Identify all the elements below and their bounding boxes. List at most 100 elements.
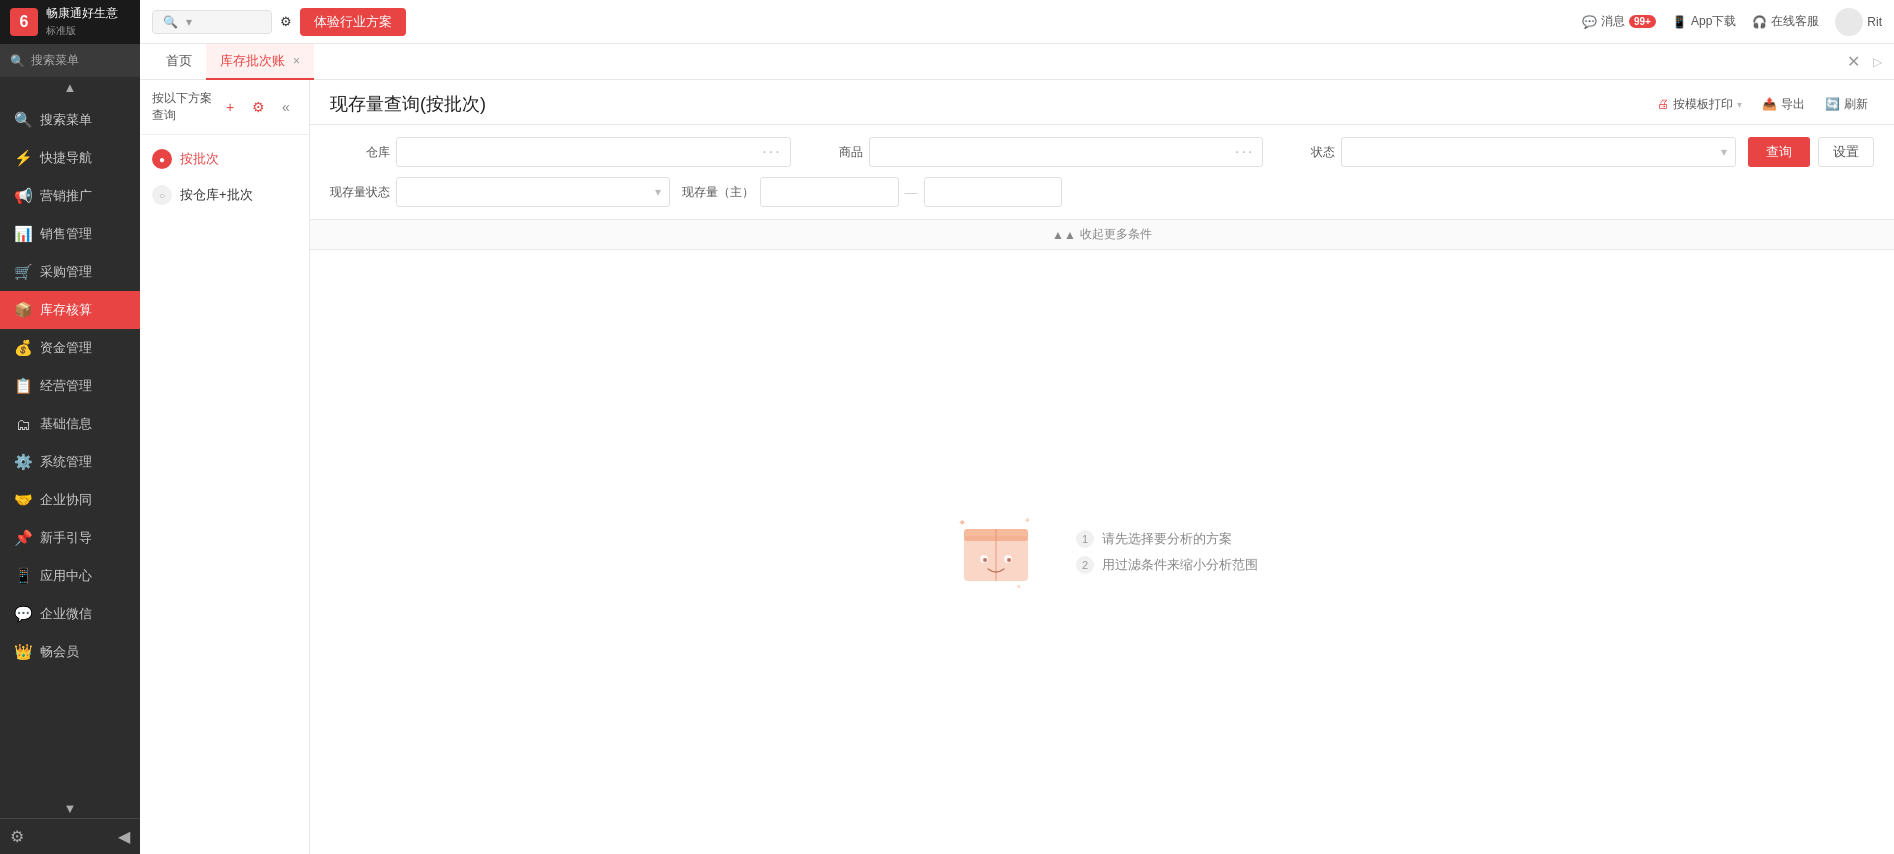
plus-icon: + [226, 99, 234, 115]
export-button[interactable]: 📤 导出 [1756, 93, 1811, 116]
refresh-label: 刷新 [1844, 96, 1868, 113]
industry-solution-button[interactable]: 体验行业方案 [300, 8, 406, 36]
nav-icon-purchase: 🛒 [14, 263, 32, 281]
filter-collapse-button[interactable]: « [275, 96, 297, 118]
status-field: 状态 ▾ [1275, 137, 1736, 167]
tip-num-2: 2 [1076, 556, 1094, 574]
refresh-button[interactable]: 🔄 刷新 [1819, 93, 1874, 116]
sidebar-item-enterprise[interactable]: 🤝 企业协同 [0, 481, 140, 519]
inventory-qty-from[interactable] [760, 177, 899, 207]
status-select[interactable]: ▾ [1341, 137, 1736, 167]
filter-item-by-warehouse-batch[interactable]: ○ 按仓库+批次 [140, 177, 309, 213]
sidebar-header: 6 畅康通好生意 标准版 [0, 0, 140, 44]
nav-label-operations: 经营管理 [40, 377, 92, 395]
topbar-left: 🔍 ▾ ⚙ 体验行业方案 [152, 8, 1574, 36]
sidebar-item-finance[interactable]: 💰 资金管理 [0, 329, 140, 367]
settings-button[interactable]: 设置 [1818, 137, 1874, 167]
sidebar-item-app-center[interactable]: 📱 应用中心 [0, 557, 140, 595]
sidebar-item-system[interactable]: ⚙️ 系统管理 [0, 443, 140, 481]
sidebar-item-vip[interactable]: 👑 畅会员 [0, 633, 140, 671]
collapse-label: 收起更多条件 [1080, 226, 1152, 243]
filter-item-by-batch[interactable]: ● 按批次 [140, 141, 309, 177]
nav-label-finance: 资金管理 [40, 339, 92, 357]
topbar-settings-icon[interactable]: ⚙ [280, 14, 292, 29]
filter-header: 按以下方案查询 + ⚙ « [140, 80, 309, 135]
sidebar-item-purchase[interactable]: 🛒 采购管理 [0, 253, 140, 291]
settings-icon[interactable]: ⚙ [10, 827, 24, 846]
svg-text:✦: ✦ [1024, 516, 1031, 525]
tab-inventory-batch[interactable]: 库存批次账 × [206, 44, 314, 80]
filter-gear-icon: ⚙ [252, 99, 265, 115]
warehouse-label: 仓库 [330, 144, 390, 161]
panel-close-button[interactable]: ✕ [1839, 48, 1867, 76]
product-input[interactable]: ··· [869, 137, 1264, 167]
tip-text-1: 请先选择要分析的方案 [1102, 530, 1232, 548]
sidebar-scroll-up[interactable]: ▲ [0, 77, 140, 97]
sidebar-search[interactable]: 🔍 搜索菜单 [0, 44, 140, 77]
sidebar-item-search[interactable]: 🔍 搜索菜单 [0, 101, 140, 139]
tip-num-1: 1 [1076, 530, 1094, 548]
svg-text:✦: ✦ [1016, 583, 1022, 590]
app-version: 标准版 [46, 24, 118, 38]
page-header-actions: 🖨 按模板打印 ▾ 📤 导出 🔄 刷新 [1651, 93, 1874, 116]
product-field: 商品 ··· [803, 137, 1264, 167]
sidebar-nav: 🔍 搜索菜单 ⚡ 快捷导航 📢 营销推广 📊 销售管理 🛒 采购管理 📦 库存核… [0, 97, 140, 798]
sidebar-scroll-down[interactable]: ▼ [0, 798, 140, 818]
nav-icon-new-guide: 📌 [14, 529, 32, 547]
filter-list: ● 按批次 ○ 按仓库+批次 [140, 135, 309, 854]
sidebar-item-inventory[interactable]: 📦 库存核算 [0, 291, 140, 329]
collapse-sidebar-icon[interactable]: ◀ [118, 827, 130, 846]
sidebar-item-operations[interactable]: 📋 经营管理 [0, 367, 140, 405]
app-download-label: App下载 [1691, 13, 1736, 30]
online-service-button[interactable]: 🎧 在线客服 [1752, 13, 1819, 30]
empty-state: ✦ ✦ ✦ 1 请先选择要分析的方案 2 用过滤条件来缩小分析范围 [310, 250, 1894, 854]
topbar-search-box[interactable]: 🔍 ▾ [152, 10, 272, 34]
tab-close-icon[interactable]: × [293, 55, 300, 67]
topbar: 🔍 ▾ ⚙ 体验行业方案 💬 消息 99+ 📱 App下载 🎧 在线客服 [140, 0, 1894, 44]
main-area: 🔍 ▾ ⚙ 体验行业方案 💬 消息 99+ 📱 App下载 🎧 在线客服 [140, 0, 1894, 854]
nav-label-search: 搜索菜单 [40, 111, 92, 129]
sidebar-item-basic-info[interactable]: 🗂 基础信息 [0, 405, 140, 443]
sidebar-item-new-guide[interactable]: 📌 新手引导 [0, 519, 140, 557]
message-badge: 99+ [1629, 15, 1656, 28]
product-dots-icon: ··· [1235, 143, 1254, 161]
query-button[interactable]: 查询 [1748, 137, 1810, 167]
sidebar-item-quick-nav[interactable]: ⚡ 快捷导航 [0, 139, 140, 177]
sidebar: 6 畅康通好生意 标准版 🔍 搜索菜单 ▲ 🔍 搜索菜单 ⚡ 快捷导航 📢 营销… [0, 0, 140, 854]
tab-home[interactable]: 首页 [152, 44, 206, 80]
inventory-qty-to[interactable] [924, 177, 1063, 207]
user-name: Rit [1867, 15, 1882, 29]
app-download-button[interactable]: 📱 App下载 [1672, 13, 1736, 30]
empty-tip-1: 1 请先选择要分析的方案 [1076, 530, 1258, 548]
warehouse-input[interactable]: ··· [396, 137, 791, 167]
nav-label-inventory: 库存核算 [40, 301, 92, 319]
message-button[interactable]: 💬 消息 99+ [1582, 13, 1656, 30]
inventory-status-label: 现存量状态 [330, 184, 390, 201]
inventory-status-select[interactable]: ▾ [396, 177, 670, 207]
sidebar-item-marketing[interactable]: 📢 营销推广 [0, 177, 140, 215]
filter-panel: 按以下方案查询 + ⚙ « ● 按批次 [140, 80, 310, 854]
status-label: 状态 [1275, 144, 1335, 161]
inventory-qty-label: 现存量（主） [682, 184, 754, 201]
search-icon: 🔍 [10, 54, 25, 68]
filter-add-button[interactable]: + [219, 96, 241, 118]
svg-text:✦: ✦ [958, 517, 966, 528]
empty-tip-2: 2 用过滤条件来缩小分析范围 [1076, 556, 1258, 574]
user-profile[interactable]: Rit [1835, 8, 1882, 36]
nav-label-basic-info: 基础信息 [40, 415, 92, 433]
nav-icon-wechat: 💬 [14, 605, 32, 623]
nav-icon-enterprise: 🤝 [14, 491, 32, 509]
sidebar-item-sales[interactable]: 📊 销售管理 [0, 215, 140, 253]
print-template-button[interactable]: 🖨 按模板打印 ▾ [1651, 93, 1748, 116]
inventory-status-arrow: ▾ [655, 185, 661, 199]
empty-illustration: ✦ ✦ ✦ [946, 501, 1046, 604]
inventory-status-field: 现存量状态 ▾ [330, 177, 670, 207]
tab-inventory-batch-label: 库存批次账 [220, 52, 285, 70]
status-dropdown-arrow: ▾ [1721, 145, 1727, 159]
panel-expand-icon[interactable]: ▷ [1873, 55, 1882, 69]
filter-settings-button[interactable]: ⚙ [247, 96, 269, 118]
sidebar-item-wechat[interactable]: 💬 企业微信 [0, 595, 140, 633]
content-panel: 按以下方案查询 + ⚙ « ● 按批次 [140, 80, 1894, 854]
nav-icon-operations: 📋 [14, 377, 32, 395]
collapse-more-conditions[interactable]: ▲▲ 收起更多条件 [310, 220, 1894, 250]
